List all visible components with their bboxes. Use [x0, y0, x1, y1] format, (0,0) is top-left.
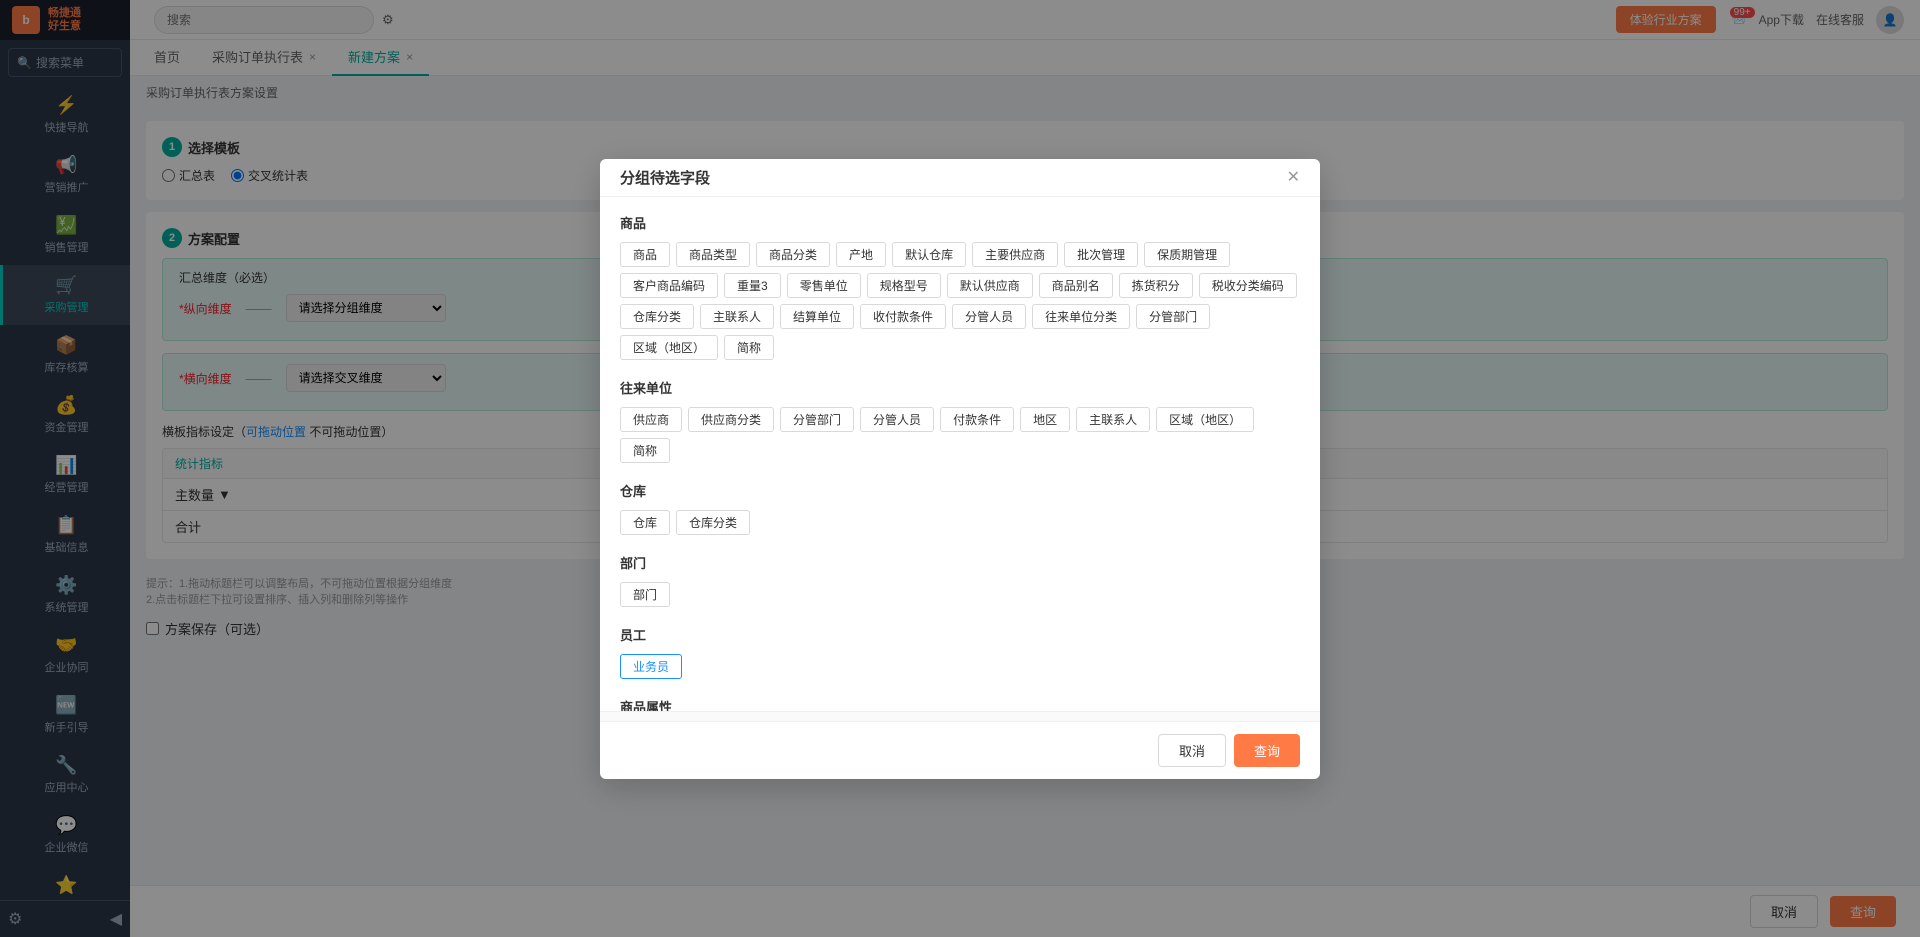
tag-partner-area[interactable]: 区域（地区） — [1156, 407, 1254, 432]
tag-goods-warehouse-category[interactable]: 仓库分类 — [620, 304, 694, 329]
section-product-attr-title: 商品属性 — [620, 697, 1300, 711]
tag-partner-supplier-category[interactable]: 供应商分类 — [688, 407, 774, 432]
tag-goods-spec[interactable]: 规格型号 — [867, 273, 941, 298]
tag-goods-origin[interactable]: 产地 — [836, 242, 886, 267]
modal-confirm-button[interactable]: 查询 — [1234, 734, 1300, 767]
tag-partner-payment[interactable]: 付款条件 — [940, 407, 1014, 432]
modal-body[interactable]: 商品 商品 商品类型 商品分类 产地 默认仓库 主要供应商 批次管理 保质期管理… — [600, 197, 1320, 711]
tag-employee-salesperson[interactable]: 业务员 — [620, 654, 682, 679]
tag-department[interactable]: 部门 — [620, 582, 670, 607]
section-department: 部门 部门 — [620, 553, 1300, 607]
section-employee-title: 员工 — [620, 625, 1300, 644]
tag-goods-category[interactable]: 商品分类 — [756, 242, 830, 267]
modal-cancel-button[interactable]: 取消 — [1158, 734, 1226, 767]
tag-partner-manager[interactable]: 分管人员 — [860, 407, 934, 432]
tag-goods-weight[interactable]: 重量3 — [724, 273, 781, 298]
section-department-tags: 部门 — [620, 582, 1300, 607]
tag-partner-short-name[interactable]: 简称 — [620, 438, 670, 463]
tag-goods-tax-code[interactable]: 税收分类编码 — [1199, 273, 1297, 298]
section-product-attr: 商品属性 属性 颜色 多规格 尺码 鞋码 1 — [620, 697, 1300, 711]
section-goods-tags: 商品 商品类型 商品分类 产地 默认仓库 主要供应商 批次管理 保质期管理 客户… — [620, 242, 1300, 360]
tag-partner-region[interactable]: 地区 — [1020, 407, 1070, 432]
tag-partner-contact[interactable]: 主联系人 — [1076, 407, 1150, 432]
tag-goods-shangpin[interactable]: 商品 — [620, 242, 670, 267]
tag-partner-supplier[interactable]: 供应商 — [620, 407, 682, 432]
modal-close-button[interactable]: ✕ — [1287, 167, 1300, 187]
tag-goods-manager[interactable]: 分管人员 — [952, 304, 1026, 329]
tag-goods-expiry[interactable]: 保质期管理 — [1144, 242, 1230, 267]
tag-goods-dept[interactable]: 分管部门 — [1136, 304, 1210, 329]
tag-goods-main-contact[interactable]: 主联系人 — [700, 304, 774, 329]
field-selection-modal: 分组待选字段 ✕ 商品 商品 商品类型 商品分类 产地 默认仓库 主要供应商 批… — [600, 159, 1320, 779]
tag-goods-partner-category[interactable]: 往来单位分类 — [1032, 304, 1130, 329]
modal-title: 分组待选字段 — [620, 167, 710, 188]
section-department-title: 部门 — [620, 553, 1300, 572]
tag-goods-type[interactable]: 商品类型 — [676, 242, 750, 267]
modal-overlay: 分组待选字段 ✕ 商品 商品 商品类型 商品分类 产地 默认仓库 主要供应商 批… — [0, 0, 1920, 937]
modal-header: 分组待选字段 ✕ — [600, 159, 1320, 198]
tag-goods-batch[interactable]: 批次管理 — [1064, 242, 1138, 267]
tag-goods-default-supplier[interactable]: 默认供应商 — [947, 273, 1033, 298]
tag-goods-payment-terms[interactable]: 收付款条件 — [860, 304, 946, 329]
section-goods-title: 商品 — [620, 213, 1300, 232]
modal-hscroll[interactable] — [600, 711, 1320, 721]
tag-goods-settlement-unit[interactable]: 结算单位 — [780, 304, 854, 329]
tag-goods-default-warehouse[interactable]: 默认仓库 — [892, 242, 966, 267]
modal-footer: 取消 查询 — [600, 721, 1320, 779]
section-warehouse: 仓库 仓库 仓库分类 — [620, 481, 1300, 535]
tag-partner-dept[interactable]: 分管部门 — [780, 407, 854, 432]
section-partner: 往来单位 供应商 供应商分类 分管部门 分管人员 付款条件 地区 主联系人 区域… — [620, 378, 1300, 463]
section-partner-title: 往来单位 — [620, 378, 1300, 397]
tag-warehouse-category[interactable]: 仓库分类 — [676, 510, 750, 535]
tag-goods-main-supplier[interactable]: 主要供应商 — [972, 242, 1058, 267]
tag-goods-region[interactable]: 区域（地区） — [620, 335, 718, 360]
tag-goods-retail-unit[interactable]: 零售单位 — [787, 273, 861, 298]
section-partner-tags: 供应商 供应商分类 分管部门 分管人员 付款条件 地区 主联系人 区域（地区） … — [620, 407, 1300, 463]
section-employee-tags: 业务员 — [620, 654, 1300, 679]
section-warehouse-title: 仓库 — [620, 481, 1300, 500]
tag-goods-pick-points[interactable]: 拣货积分 — [1119, 273, 1193, 298]
tag-warehouse[interactable]: 仓库 — [620, 510, 670, 535]
tag-goods-customer-code[interactable]: 客户商品编码 — [620, 273, 718, 298]
section-goods: 商品 商品 商品类型 商品分类 产地 默认仓库 主要供应商 批次管理 保质期管理… — [620, 213, 1300, 360]
section-employee: 员工 业务员 — [620, 625, 1300, 679]
tag-goods-short-name[interactable]: 简称 — [724, 335, 774, 360]
tag-goods-alias[interactable]: 商品别名 — [1039, 273, 1113, 298]
section-warehouse-tags: 仓库 仓库分类 — [620, 510, 1300, 535]
